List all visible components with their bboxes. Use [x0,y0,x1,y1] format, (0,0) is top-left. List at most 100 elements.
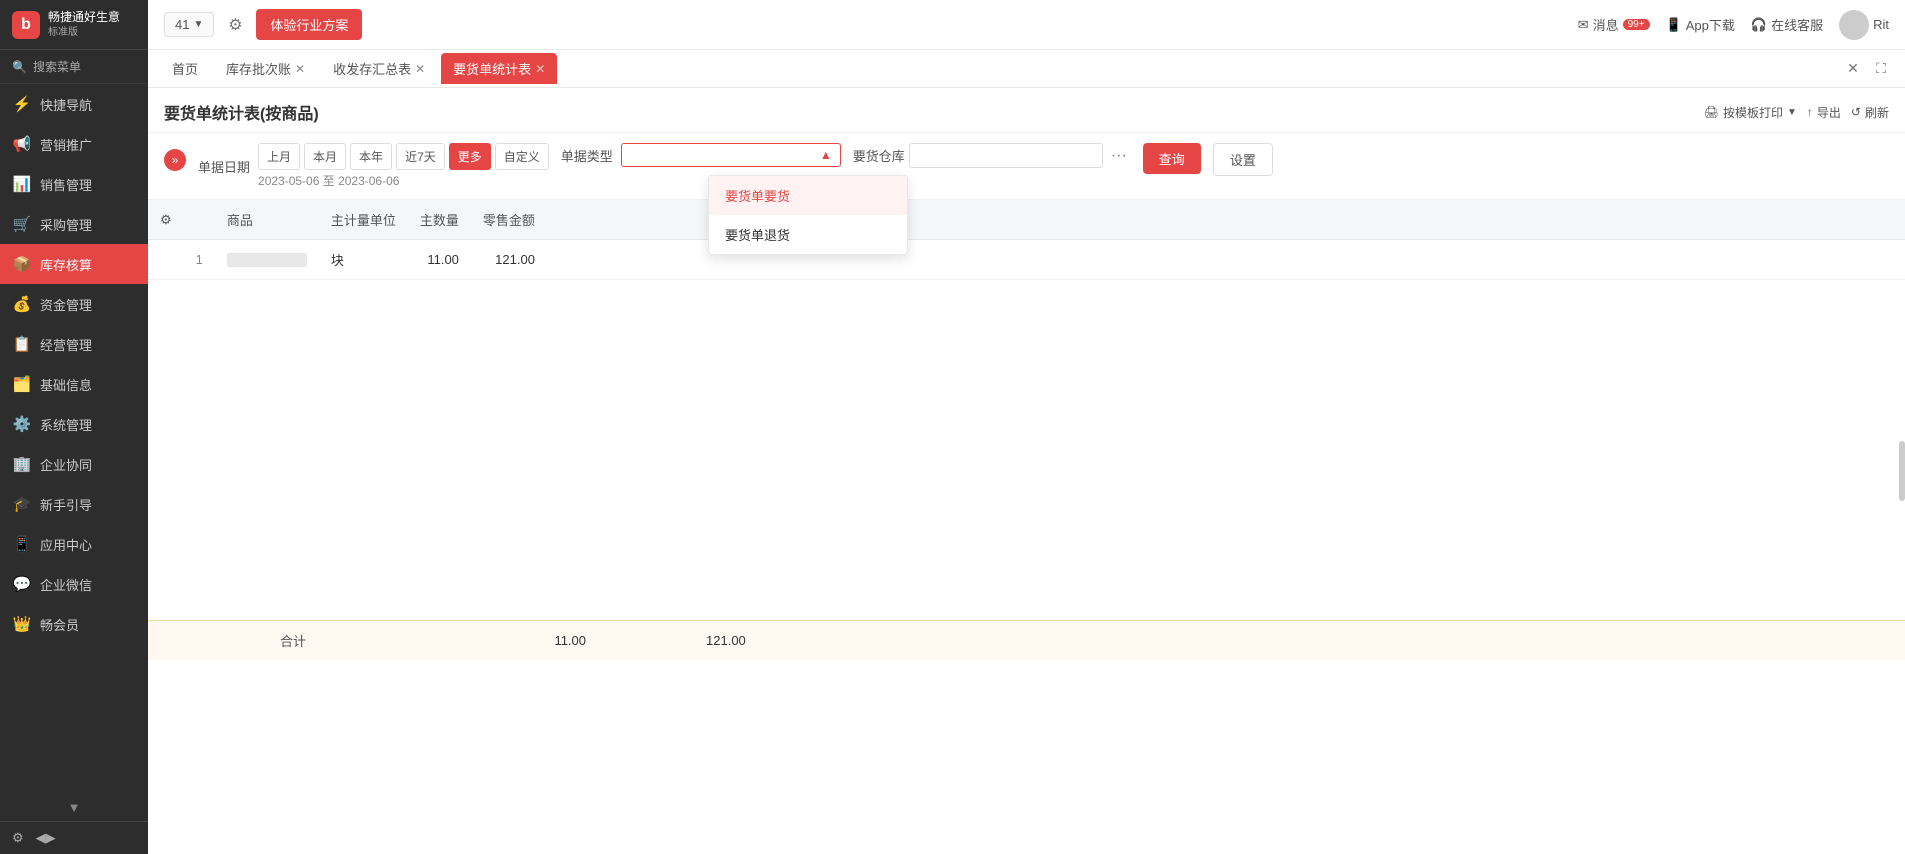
sales-icon: 📊 [12,174,32,194]
settings-bottom-icon[interactable]: ⚙ [12,830,24,846]
operation-icon: 📋 [12,334,32,354]
sidebar-item-inventory[interactable]: 📦 库存核算 [0,244,148,284]
tab-close-batch-account[interactable]: ✕ [295,62,305,76]
filter-expand-btn[interactable]: » [164,149,186,171]
system-icon: ⚙️ [12,414,32,434]
tab-close-all-btn[interactable]: ✕ [1841,57,1865,81]
phone-icon: 📱 [1666,17,1682,33]
row-amount-cell: 121.00 [471,240,547,280]
topbar-right: ✉ 消息 99+ 📱 App下载 🎧 在线客服 Rit [1578,10,1889,40]
row-quantity-cell: 11.00 [408,240,471,280]
prev-month-btn[interactable]: 上月 [258,143,300,170]
tab-order-summary[interactable]: 要货单统计表 ✕ [441,53,557,84]
table-container: ⚙ 商品 主计量单位 主数量 零售金额 1 [148,200,1905,280]
sidebar-item-purchase[interactable]: 🛒 采购管理 [0,204,148,244]
member-icon: 👑 [12,614,32,634]
row-settings-cell [148,240,184,280]
sidebar-nav: ⚡ 快捷导航 📢 营销推广 📊 销售管理 🛒 采购管理 📦 库存核算 💰 资金管… [0,84,148,794]
select-up-arrow-icon: ▲ [820,148,832,162]
product-placeholder [227,253,307,267]
app-title: 畅捷通好生意 [48,10,120,26]
print-arrow-icon: ▼ [1787,107,1797,118]
export-icon: ↑ [1807,105,1813,119]
tabs-actions: ✕ ⛶ [1841,57,1893,81]
appstore-icon: 📱 [12,534,32,554]
type-dropdown: 要货单要货 要货单退货 [708,175,908,255]
collapse-icon[interactable]: ◀▶ [36,830,56,846]
tab-home[interactable]: 首页 [160,53,210,84]
industry-btn[interactable]: 体验行业方案 [256,9,362,40]
sidebar-item-member[interactable]: 👑 畅会员 [0,604,148,644]
table-row: 1 块 11.00 121.00 [148,240,1905,280]
current-year-btn[interactable]: 本年 [350,143,392,170]
sidebar-item-wechat[interactable]: 💬 企业微信 [0,564,148,604]
company-dropdown[interactable]: 41 ▼ [164,12,214,37]
filter-date-group: 单据日期 上月 本月 本年 近7天 更多 自定义 2023-05-06 至 20… [198,143,549,189]
online-service-btn[interactable]: 🎧 在线客服 [1751,15,1823,34]
warehouse-input[interactable] [909,143,1103,168]
last-7-days-btn[interactable]: 近7天 [396,143,445,170]
nav-scroll-down[interactable]: ▼ [0,794,148,821]
purchase-icon: 🛒 [12,214,32,234]
sidebar-item-quick-nav[interactable]: ⚡ 快捷导航 [0,84,148,124]
tab-batch-account[interactable]: 库存批次账 ✕ [214,53,317,84]
search-menu[interactable]: 🔍 搜索菜单 [0,50,148,84]
filter-warehouse-group: 要货仓库 ··· [853,143,1131,168]
sidebar-bottom: ⚙ ◀▶ [0,821,148,854]
sidebar-item-sales[interactable]: 📊 销售管理 [0,164,148,204]
export-btn[interactable]: ↑ 导出 [1807,104,1841,121]
enterprise-icon: 🏢 [12,454,32,474]
dropdown-item-requisition[interactable]: 要货单要货 [709,176,907,215]
sidebar-item-guide[interactable]: 🎓 新手引导 [0,484,148,524]
current-month-btn[interactable]: 本月 [304,143,346,170]
refresh-icon: ↺ [1851,105,1861,119]
tab-close-order[interactable]: ✕ [535,62,545,76]
app-download-btn[interactable]: 📱 App下载 [1666,15,1735,34]
topbar-settings-icon[interactable]: ⚙ [222,12,248,38]
type-select[interactable]: ▲ [621,143,841,167]
finance-icon: 💰 [12,294,32,314]
sidebar-item-appstore[interactable]: 📱 应用中心 [0,524,148,564]
col-unit: 主计量单位 [319,200,408,240]
print-btn[interactable]: 🖨 按模板打印 ▼ [1704,104,1797,121]
sidebar-item-basic[interactable]: 🗂️ 基础信息 [0,364,148,404]
logo-icon: b [12,11,40,39]
filter-bar: » 单据日期 上月 本月 本年 近7天 更多 自定义 2023-05-06 [148,133,1905,200]
content-spacer [148,280,1905,620]
refresh-btn[interactable]: ↺ 刷新 [1851,104,1889,121]
date-buttons: 上月 本月 本年 近7天 更多 自定义 [258,143,549,170]
dropdown-item-return[interactable]: 要货单退货 [709,215,907,254]
footer-amount: 121.00 [706,633,746,648]
warehouse-filter-label: 要货仓库 [853,146,905,165]
custom-date-btn[interactable]: 自定义 [495,143,549,170]
sidebar-item-system[interactable]: ⚙️ 系统管理 [0,404,148,444]
tab-fullscreen-btn[interactable]: ⛶ [1869,57,1893,81]
messages-btn[interactable]: ✉ 消息 99+ [1578,15,1650,34]
sidebar-item-marketing[interactable]: 📢 营销推广 [0,124,148,164]
page-content: 要货单统计表(按商品) 🖨 按模板打印 ▼ ↑ 导出 ↺ 刷新 [148,88,1905,854]
sidebar-item-enterprise[interactable]: 🏢 企业协同 [0,444,148,484]
sidebar-item-finance[interactable]: 💰 资金管理 [0,284,148,324]
query-btn[interactable]: 查询 [1143,143,1201,174]
guide-icon: 🎓 [12,494,32,514]
basic-icon: 🗂️ [12,374,32,394]
tab-close-receivable[interactable]: ✕ [415,62,425,76]
more-date-btn[interactable]: 更多 [449,143,491,170]
page-inner: 要货单统计表(按商品) 🖨 按模板打印 ▼ ↑ 导出 ↺ 刷新 [148,88,1905,854]
table-footer: 合计 11.00 121.00 [148,620,1905,660]
scroll-indicator[interactable] [1899,441,1905,501]
user-profile-btn[interactable]: Rit [1839,10,1889,40]
row-product-cell [215,240,319,280]
footer-quantity: 11.00 [506,633,586,648]
app-logo: b 畅捷通好生意 标准版 [0,0,148,50]
tab-receivable-summary[interactable]: 收发存汇总表 ✕ [321,53,437,84]
print-icon: 🖨 [1704,105,1719,119]
filter-type-group: 单据类型 ▲ [561,143,841,167]
avatar [1839,10,1869,40]
dropdown-arrow-icon: ▼ [193,19,203,30]
col-settings[interactable]: ⚙ [148,200,184,240]
warehouse-more-btn[interactable]: ··· [1107,145,1131,167]
settings-filter-btn[interactable]: 设置 [1213,143,1273,176]
main-area: 41 ▼ ⚙ 体验行业方案 ✉ 消息 99+ 📱 App下载 🎧 在线客服 R [148,0,1905,854]
sidebar-item-operation[interactable]: 📋 经营管理 [0,324,148,364]
